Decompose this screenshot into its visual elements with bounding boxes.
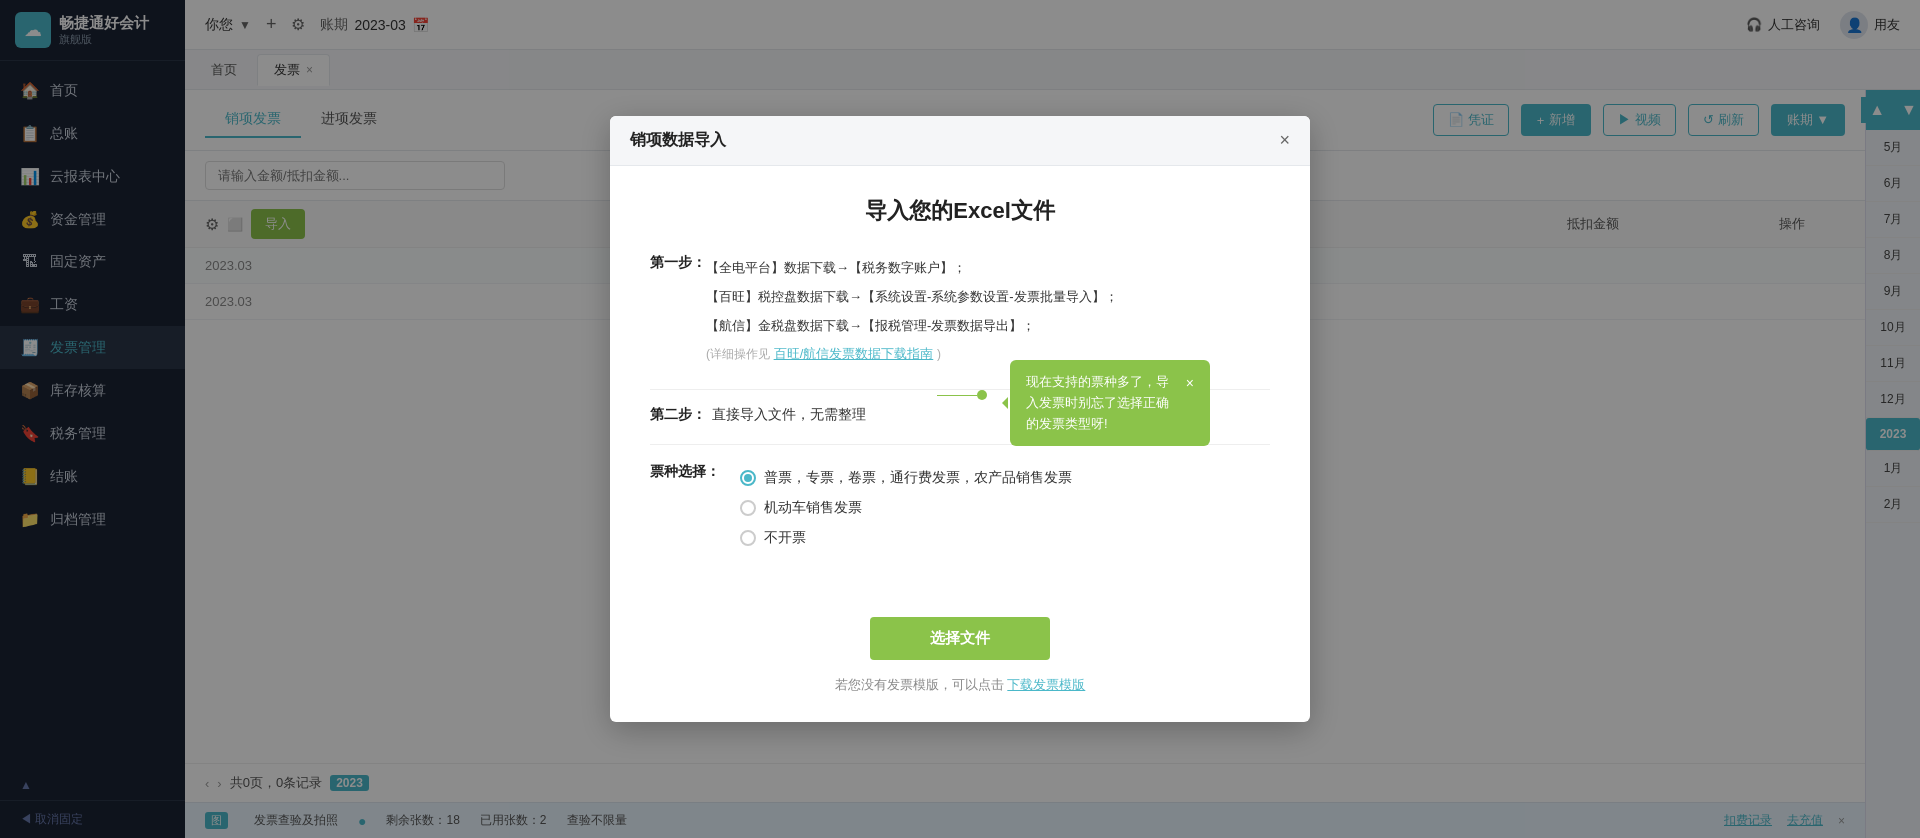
- radio-car[interactable]: 机动车销售发票: [740, 499, 1072, 517]
- download-template-link[interactable]: 下载发票模版: [1007, 677, 1085, 692]
- tooltip-close-btn[interactable]: ×: [1186, 372, 1194, 394]
- select-file-btn[interactable]: 选择文件: [870, 617, 1050, 660]
- modal-overlay: 销项数据导入 × 导入您的Excel文件 第一步： 【全电平台】数据下载→【税务…: [0, 0, 1920, 838]
- step1-line3: 【航信】金税盘数据下载→【报税管理-发票数据导出】；: [706, 312, 1118, 341]
- radio-none[interactable]: 不开票: [740, 529, 1072, 547]
- radio-normal-label: 普票，专票，卷票，通行费发票，农产品销售发票: [764, 469, 1072, 487]
- radio-car-label: 机动车销售发票: [764, 499, 862, 517]
- tooltip-popup: × 现在支持的票种多了，导入发票时别忘了选择正确的发票类型呀!: [1010, 360, 1210, 446]
- modal-bottom-tip: 若您没有发票模版，可以点击 下载发票模版: [650, 676, 1270, 694]
- radio-normal-circle: [740, 470, 756, 486]
- ticket-label: 票种选择：: [650, 463, 720, 481]
- step1-link[interactable]: 百旺/航信发票数据下载指南: [774, 346, 934, 361]
- step1-link-suffix: ): [937, 347, 941, 361]
- tooltip-text: 现在支持的票种多了，导入发票时别忘了选择正确的发票类型呀!: [1026, 372, 1194, 434]
- select-file-label: 选择文件: [930, 629, 990, 646]
- step1-line2: 【百旺】税控盘数据下载→【系统设置-系统参数设置-发票批量导入】；: [706, 283, 1118, 312]
- step1-line1: 【全电平台】数据下载→【税务数字账户】；: [706, 254, 1118, 283]
- modal-step1: 第一步： 【全电平台】数据下载→【税务数字账户】； 【百旺】税控盘数据下载→【系…: [650, 254, 1270, 368]
- radio-car-circle: [740, 500, 756, 516]
- step1-label: 第一步：: [650, 254, 706, 272]
- modal-header: 销项数据导入 ×: [610, 116, 1310, 166]
- step2-text: 直接导入文件，无需整理: [712, 406, 866, 424]
- tooltip-indicator-line: [937, 395, 977, 396]
- step2-label: 第二步：: [650, 406, 706, 424]
- modal-main-title: 导入您的Excel文件: [650, 196, 1270, 226]
- modal-footer: 选择文件 若您没有发票模版，可以点击 下载发票模版: [610, 597, 1310, 722]
- radio-group: 普票，专票，卷票，通行费发票，农产品销售发票 机动车销售发票 不开票: [720, 469, 1072, 547]
- modal-ticket-type: 票种选择： 普票，专票，卷票，通行费发票，农产品销售发票 机动车销售发票: [650, 461, 1270, 547]
- bottom-tip-text: 若您没有发票模版，可以点击: [835, 677, 1004, 692]
- radio-normal[interactable]: 普票，专票，卷票，通行费发票，农产品销售发票: [740, 469, 1072, 487]
- radio-none-label: 不开票: [764, 529, 806, 547]
- step1-link-prefix: (详细操作见: [706, 347, 770, 361]
- modal-title: 销项数据导入: [630, 130, 726, 151]
- tooltip-indicator-dot: [977, 390, 987, 400]
- modal-close-btn[interactable]: ×: [1279, 130, 1290, 151]
- radio-none-circle: [740, 530, 756, 546]
